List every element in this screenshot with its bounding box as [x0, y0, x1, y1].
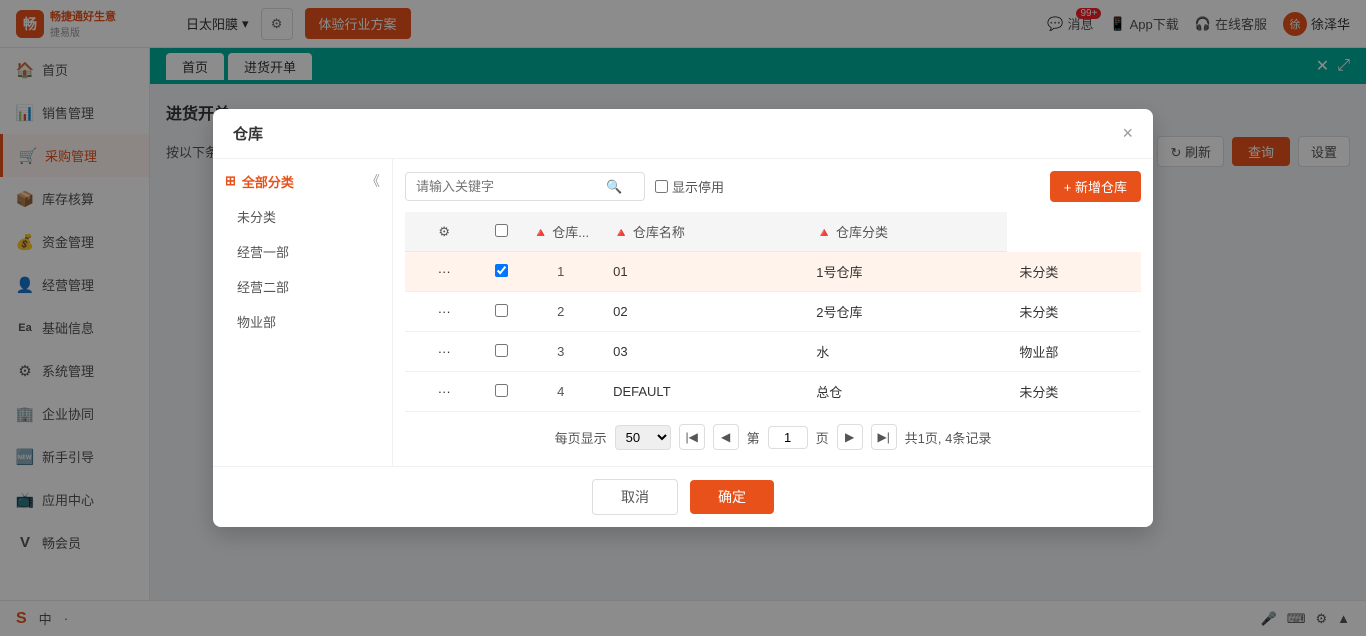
- row-checkbox[interactable]: [495, 304, 508, 317]
- grid-icon: ⊞: [225, 173, 236, 189]
- row-checkbox[interactable]: [495, 384, 508, 397]
- col-gear: ⚙: [405, 212, 483, 252]
- col-name: 🔺 仓库名称: [601, 212, 804, 252]
- search-bar: 🔍 显示停用 + 新增仓库: [405, 171, 1141, 202]
- select-all-checkbox[interactable]: [495, 224, 508, 237]
- row-code: DEFAULT: [601, 372, 804, 412]
- row-check[interactable]: [483, 332, 520, 372]
- category-panel: ⊞ 全部分类 《 未分类 经营一部 经营二部 物业部: [213, 159, 393, 466]
- table-row[interactable]: ··· 4 DEFAULT 总仓 未分类: [405, 372, 1141, 412]
- table-row[interactable]: ··· 3 03 水 物业部: [405, 332, 1141, 372]
- cancel-button[interactable]: 取消: [592, 479, 678, 515]
- search-input-wrap: 🔍: [405, 172, 645, 201]
- row-code: 02: [601, 292, 804, 332]
- next-page-button[interactable]: ▶: [837, 424, 863, 450]
- last-page-button[interactable]: ▶|: [871, 424, 897, 450]
- col-category: 🔺 仓库分类: [804, 212, 1007, 252]
- first-page-button[interactable]: |◀: [679, 424, 705, 450]
- col-code: 🔺 仓库...: [520, 212, 601, 252]
- row-category: 未分类: [1007, 292, 1141, 332]
- row-check[interactable]: [483, 372, 520, 412]
- table-header-row: ⚙ 🔺 仓库... 🔺 仓库名称: [405, 212, 1141, 252]
- confirm-button[interactable]: 确定: [690, 480, 774, 514]
- add-warehouse-button[interactable]: + 新增仓库: [1050, 171, 1141, 202]
- category-item-ops2[interactable]: 经营二部: [213, 269, 392, 304]
- category-item-unclassified[interactable]: 未分类: [213, 199, 392, 234]
- modal-title: 仓库: [233, 123, 263, 144]
- show-disabled-checkbox[interactable]: 显示停用: [655, 177, 724, 196]
- search-input[interactable]: [406, 173, 606, 200]
- row-num: 3: [520, 332, 601, 372]
- warehouse-table-wrap: ⚙ 🔺 仓库... 🔺 仓库名称: [405, 212, 1141, 412]
- table-row[interactable]: ··· 1 01 1号仓库 未分类: [405, 252, 1141, 292]
- row-category: 物业部: [1007, 332, 1141, 372]
- row-name: 2号仓库: [804, 292, 1007, 332]
- warehouse-table: ⚙ 🔺 仓库... 🔺 仓库名称: [405, 212, 1141, 412]
- row-num: 2: [520, 292, 601, 332]
- prev-page-button[interactable]: ◀: [713, 424, 739, 450]
- pagination: 每页显示 50 100 |◀ ◀ 第 页 ▶ ▶| 共1页, 4条记录: [405, 412, 1141, 454]
- warehouse-modal: 仓库 × ⊞ 全部分类 《 未分类 经营一部 经营二部 物业部: [213, 109, 1153, 527]
- modal-body: ⊞ 全部分类 《 未分类 经营一部 经营二部 物业部 🔍: [213, 159, 1153, 466]
- modal-header: 仓库 ×: [213, 109, 1153, 159]
- row-category: 未分类: [1007, 252, 1141, 292]
- modal-overlay: 仓库 × ⊞ 全部分类 《 未分类 经营一部 经营二部 物业部: [0, 0, 1366, 636]
- warehouse-list-panel: 🔍 显示停用 + 新增仓库 ⚙: [393, 159, 1153, 466]
- row-name: 水: [804, 332, 1007, 372]
- row-checkbox[interactable]: [495, 264, 508, 277]
- row-gear: ···: [405, 292, 483, 332]
- category-item-property[interactable]: 物业部: [213, 304, 392, 339]
- row-check[interactable]: [483, 292, 520, 332]
- category-header: ⊞ 全部分类 《: [213, 171, 392, 199]
- total-records: 共1页, 4条记录: [905, 428, 992, 447]
- row-checkbox[interactable]: [495, 344, 508, 357]
- row-check[interactable]: [483, 252, 520, 292]
- modal-close-button[interactable]: ×: [1122, 123, 1133, 144]
- row-category: 未分类: [1007, 372, 1141, 412]
- page-suffix: 页: [816, 428, 829, 447]
- all-category-item[interactable]: ⊞ 全部分类: [225, 172, 294, 191]
- row-num: 4: [520, 372, 601, 412]
- row-gear: ···: [405, 332, 483, 372]
- row-gear: ···: [405, 372, 483, 412]
- search-icon[interactable]: 🔍: [606, 179, 630, 195]
- page-number-input[interactable]: [768, 426, 808, 449]
- category-item-ops1[interactable]: 经营一部: [213, 234, 392, 269]
- table-row[interactable]: ··· 2 02 2号仓库 未分类: [405, 292, 1141, 332]
- modal-footer: 取消 确定: [213, 466, 1153, 527]
- row-gear: ···: [405, 252, 483, 292]
- row-code: 03: [601, 332, 804, 372]
- collapse-icon[interactable]: 《: [366, 171, 380, 191]
- row-name: 1号仓库: [804, 252, 1007, 292]
- row-num: 1: [520, 252, 601, 292]
- page-label: 第: [747, 428, 760, 447]
- row-name: 总仓: [804, 372, 1007, 412]
- disabled-checkbox-input[interactable]: [655, 180, 668, 193]
- col-check: [483, 212, 520, 252]
- row-code: 01: [601, 252, 804, 292]
- per-page-select[interactable]: 50 100: [615, 425, 671, 450]
